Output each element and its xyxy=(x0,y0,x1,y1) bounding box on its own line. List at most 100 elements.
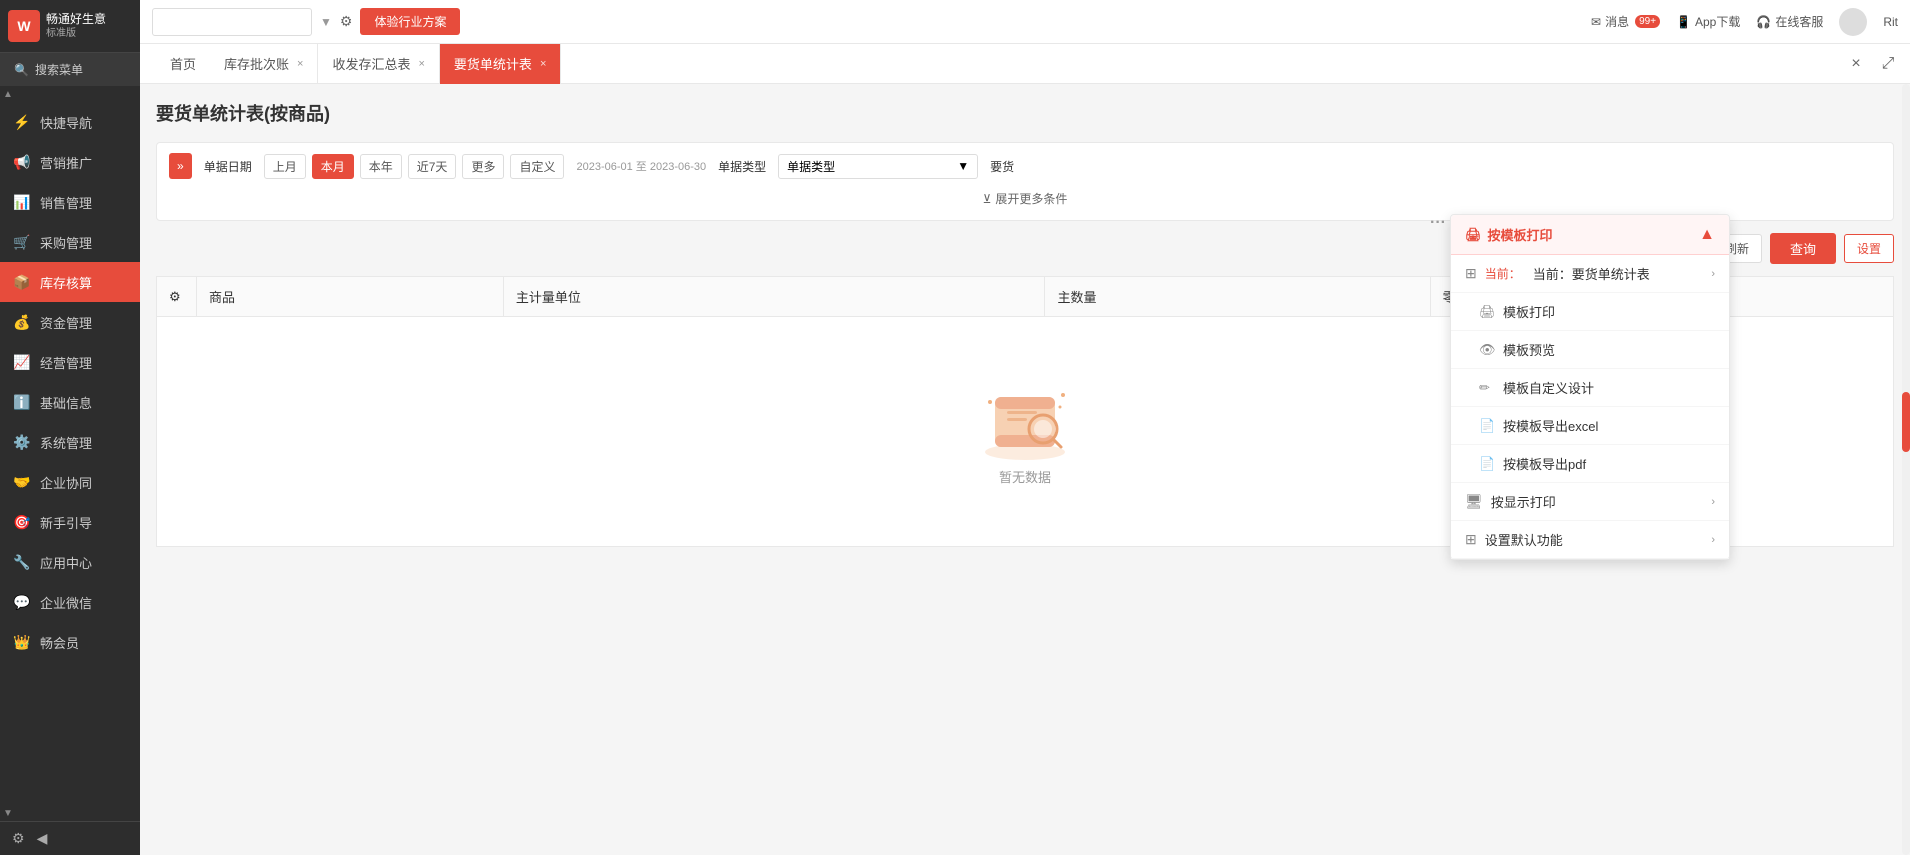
sidebar-item-sales[interactable]: 📊 销售管理 xyxy=(0,182,140,222)
col-goods: 商品 xyxy=(197,277,504,317)
right-scrollbar[interactable] xyxy=(1902,84,1910,855)
tab-close-order[interactable]: × xyxy=(540,58,546,70)
display-print-icon: 🖥 xyxy=(1465,493,1483,510)
sidebar-item-enterprise-wechat[interactable]: 💬 企业微信 xyxy=(0,582,140,622)
sidebar-item-basic-info[interactable]: ℹ️ 基础信息 xyxy=(0,382,140,422)
type-select[interactable]: 单据类型 ▼ xyxy=(778,154,978,179)
finance-icon: 💰 xyxy=(12,312,32,332)
sidebar-item-finance[interactable]: 💰 资金管理 xyxy=(0,302,140,342)
expand-row: ⊻ 展开更多条件 xyxy=(169,187,1881,210)
sound-bottom-icon[interactable]: ◀ xyxy=(37,830,48,847)
dropdown-item-template-design[interactable]: ✏ 模板自定义设计 xyxy=(1451,369,1729,407)
date-btn-more[interactable]: 更多 xyxy=(462,154,504,179)
dropdown-item-template-preview[interactable]: 👁 模板预览 xyxy=(1451,331,1729,369)
dropdown-item-export-excel[interactable]: 📄 按模板导出excel xyxy=(1451,407,1729,445)
tab-maximize-button[interactable]: ⤢ xyxy=(1874,50,1902,78)
sidebar-scroll-up[interactable]: ▲ xyxy=(0,86,16,102)
date-btn-7days[interactable]: 近7天 xyxy=(408,154,457,179)
print-dropdown-menu: 🖨 按模板打印 ▲ ⊞ 当前： 当前：要货单统计表 › 🖨 模板打印 xyxy=(1450,214,1730,560)
tab-close-receipt[interactable]: × xyxy=(418,58,424,70)
sidebar-item-system[interactable]: ⚙️ 系统管理 xyxy=(0,422,140,462)
dropdown-item-template-print[interactable]: 🖨 模板打印 xyxy=(1451,293,1729,331)
current-chevron-icon: › xyxy=(1711,268,1715,280)
current-template-section[interactable]: ⊞ 当前： 当前：要货单统计表 › xyxy=(1451,255,1729,293)
basic-info-icon: ℹ️ xyxy=(12,392,32,412)
query-button[interactable]: 查询 xyxy=(1770,233,1836,264)
dots-menu-button[interactable]: ··· xyxy=(1426,214,1450,232)
tab-receipt-summary[interactable]: 收发存汇总表 × xyxy=(318,44,439,84)
sidebar-item-inventory[interactable]: 📦 库存核算 xyxy=(0,262,140,302)
sidebar-item-quick-nav[interactable]: ⚡ 快捷导航 xyxy=(0,102,140,142)
filter-expand-left-button[interactable]: » xyxy=(169,153,192,179)
dropdown-header: 🖨 按模板打印 ▲ xyxy=(1451,215,1729,255)
printer-header-icon: 🖨 xyxy=(1465,227,1482,243)
col-unit: 主计量单位 xyxy=(503,277,1045,317)
download-icon: 📱 xyxy=(1676,15,1691,29)
top-bar: ▼ ⚙ 体验行业方案 ✉ 消息 99+ 📱 App下载 🎧 在线客服 Rit xyxy=(140,0,1910,44)
date-btn-custom[interactable]: 自定义 xyxy=(510,154,564,179)
date-btn-this-year[interactable]: 本年 xyxy=(360,154,402,179)
main-area: ▼ ⚙ 体验行业方案 ✉ 消息 99+ 📱 App下载 🎧 在线客服 Rit 首… xyxy=(140,0,1910,855)
dropdown-title: 🖨 按模板打印 xyxy=(1465,225,1553,244)
filter-row-main: » 单据日期 上月 本月 本年 近7天 更多 自定义 2023-06-01 至 … xyxy=(169,153,1881,179)
settings-bottom-icon[interactable]: ⚙ xyxy=(12,830,25,847)
tab-home[interactable]: 首页 xyxy=(156,44,210,84)
tab-order-stats[interactable]: 要货单统计表 × xyxy=(440,44,561,84)
date-label: 单据日期 xyxy=(204,158,252,175)
date-btn-this-month[interactable]: 本月 xyxy=(312,154,354,179)
sidebar-item-newbie[interactable]: 🎯 新手引导 xyxy=(0,502,140,542)
date-range-text: 2023-06-01 至 2023-06-30 xyxy=(576,158,706,174)
empty-text: 暂无数据 xyxy=(999,467,1051,486)
date-btn-last-month[interactable]: 上月 xyxy=(264,154,306,179)
newbie-icon: 🎯 xyxy=(12,512,32,532)
sidebar-item-operations[interactable]: 📈 经营管理 xyxy=(0,342,140,382)
wechat-icon: 💬 xyxy=(12,592,32,612)
sidebar-item-purchase[interactable]: 🛒 采购管理 xyxy=(0,222,140,262)
expand-icon: ⊻ xyxy=(983,192,992,206)
col-settings-icon[interactable]: ⚙ xyxy=(169,289,181,304)
sales-icon: 📊 xyxy=(12,192,32,212)
display-print-section[interactable]: 🖥 按显示打印 › xyxy=(1451,483,1729,521)
select-chevron-icon: ▼ xyxy=(957,159,969,173)
page-title: 要货单统计表(按商品) xyxy=(156,100,1894,126)
messages-button[interactable]: ✉ 消息 99+ xyxy=(1591,13,1660,30)
top-chevron-icon[interactable]: ▼ xyxy=(320,15,332,29)
search-menu-item[interactable]: 🔍 搜索菜单 xyxy=(0,53,140,86)
system-icon: ⚙️ xyxy=(12,432,32,452)
expand-more-button[interactable]: ⊻ 展开更多条件 xyxy=(973,187,1078,210)
sidebar-item-app-center[interactable]: 🔧 应用中心 xyxy=(0,542,140,582)
dropdown-item-export-pdf[interactable]: 📄 按模板导出pdf xyxy=(1451,445,1729,483)
date-group: 上月 本月 本年 近7天 更多 自定义 xyxy=(264,154,565,179)
tab-close-batch[interactable]: × xyxy=(297,58,303,70)
app-download-button[interactable]: 📱 App下载 xyxy=(1676,13,1740,30)
scrollbar-thumb xyxy=(1902,392,1910,452)
display-chevron-icon: › xyxy=(1711,496,1715,508)
online-service-button[interactable]: 🎧 在线客服 xyxy=(1756,13,1823,30)
set-default-section[interactable]: ⊞ 设置默认功能 › xyxy=(1451,521,1729,559)
marketing-icon: 📢 xyxy=(12,152,32,172)
sidebar-nav: ⚡ 快捷导航 📢 营销推广 📊 销售管理 🛒 采购管理 📦 库存核算 💰 资金管… xyxy=(0,102,140,805)
top-gear-icon[interactable]: ⚙ xyxy=(340,13,353,30)
app-logo-icon: W xyxy=(8,10,40,42)
dots-icon[interactable]: ··· xyxy=(1426,214,1450,231)
sidebar-bottom: ⚙ ◀ xyxy=(0,821,140,855)
dropdown-close-icon[interactable]: ▲ xyxy=(1699,226,1715,244)
filter-bar: » 单据日期 上月 本月 本年 近7天 更多 自定义 2023-06-01 至 … xyxy=(156,142,1894,221)
tab-batch-accounts[interactable]: 库存批次账 × xyxy=(210,44,318,84)
sidebar-item-marketing[interactable]: 📢 营销推广 xyxy=(0,142,140,182)
sidebar-item-members[interactable]: 👑 畅会员 xyxy=(0,622,140,662)
quick-nav-icon: ⚡ xyxy=(12,112,32,132)
type-label: 单据类型 xyxy=(718,158,766,175)
sidebar-scroll-down[interactable]: ▼ xyxy=(0,805,16,821)
table-settings-button[interactable]: 设置 xyxy=(1844,234,1894,263)
template-print-icon: 🖨 xyxy=(1479,304,1495,320)
top-search-input[interactable] xyxy=(152,8,312,36)
sidebar-item-enterprise[interactable]: 🤝 企业协同 xyxy=(0,462,140,502)
experience-button[interactable]: 体验行业方案 xyxy=(360,8,460,35)
tab-close-all-button[interactable]: × xyxy=(1842,50,1870,78)
set-default-icon: ⊞ xyxy=(1465,531,1477,548)
app-logo-text: 畅通好生意 标准版 xyxy=(46,11,106,42)
col-settings[interactable]: ⚙ xyxy=(157,277,197,317)
set-default-chevron-icon: › xyxy=(1711,534,1715,546)
service-icon: 🎧 xyxy=(1756,15,1771,29)
